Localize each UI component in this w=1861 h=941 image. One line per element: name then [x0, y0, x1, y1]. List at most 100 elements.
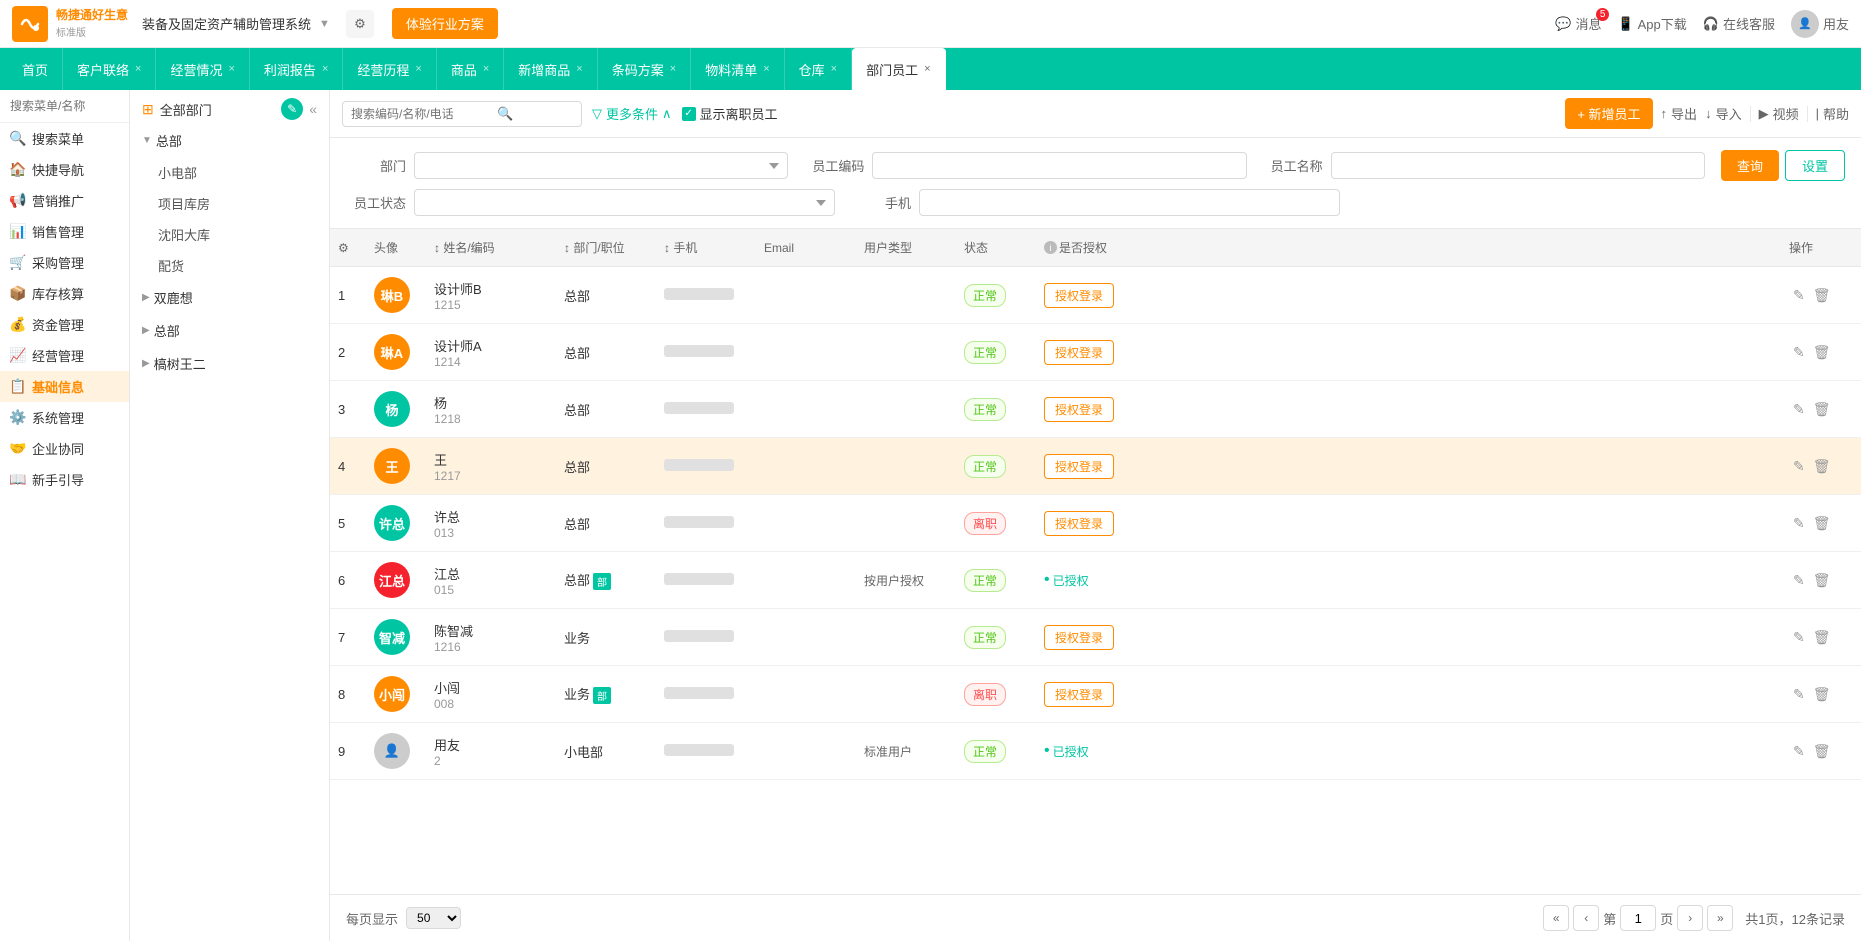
nav-tab-close[interactable]: × [576, 63, 582, 75]
nav-tab-新增商品[interactable]: 新增商品× [504, 48, 597, 90]
sidebar-item-资金管理[interactable]: 💰资金管理 [0, 309, 129, 340]
page-number-input[interactable] [1620, 905, 1656, 931]
prev-page-button[interactable]: ‹ [1573, 905, 1599, 931]
help-button[interactable]: | 帮助 [1816, 104, 1849, 123]
edit-button[interactable]: ✎ [1789, 570, 1809, 591]
auth-button[interactable]: 授权登录 [1044, 625, 1114, 650]
delete-button[interactable]: 🗑 [1809, 513, 1835, 534]
app-download-button[interactable]: 📱 App下载 [1617, 14, 1686, 33]
nav-tab-利润报告[interactable]: 利润报告× [250, 48, 343, 90]
sidebar-item-库存核算[interactable]: 📦库存核算 [0, 278, 129, 309]
first-page-button[interactable]: « [1543, 905, 1569, 931]
nav-tab-close[interactable]: × [322, 63, 328, 75]
cell-status: 正常 [956, 381, 1036, 438]
next-page-button[interactable]: › [1677, 905, 1703, 931]
user-area[interactable]: 👤 用友 [1791, 10, 1849, 38]
import-button[interactable]: ↓ 导入 [1705, 104, 1742, 123]
emp-status-select[interactable] [414, 189, 835, 216]
sidebar-item-经营管理[interactable]: 📈经营管理 [0, 340, 129, 371]
service-button[interactable]: 🎧 在线客服 [1703, 14, 1775, 33]
auth-button[interactable]: 授权登录 [1044, 340, 1114, 365]
edit-button[interactable]: ✎ [1789, 684, 1809, 705]
dept-group-title[interactable]: ▶总部 [130, 314, 329, 347]
nav-tab-close[interactable]: × [670, 63, 676, 75]
dept-collapse-btn[interactable]: « [309, 101, 317, 117]
page-size-select[interactable]: 50 100 200 [406, 907, 461, 929]
query-button[interactable]: 查询 [1721, 150, 1779, 181]
show-former-toggle[interactable]: ✓ 显示离职员工 [682, 104, 778, 123]
delete-button[interactable]: 🗑 [1809, 342, 1835, 363]
dept-select[interactable] [414, 152, 788, 179]
sidebar-item-销售管理[interactable]: 📊销售管理 [0, 216, 129, 247]
nav-tab-部门员工[interactable]: 部门员工× [852, 48, 945, 90]
dept-sub-item[interactable]: 项目库房 [130, 188, 329, 219]
sidebar-item-搜索菜单[interactable]: 🔍搜索菜单 [0, 123, 129, 154]
dept-sub-item[interactable]: 小电部 [130, 157, 329, 188]
dept-sub-item[interactable]: 配货 [130, 250, 329, 281]
edit-button[interactable]: ✎ [1789, 399, 1809, 420]
nav-tab-物料清单[interactable]: 物料清单× [691, 48, 784, 90]
edit-button[interactable]: ✎ [1789, 741, 1809, 762]
video-button[interactable]: ▶ 视频 [1759, 104, 1799, 123]
nav-tab-close[interactable]: × [415, 63, 421, 75]
sidebar-item-新手引导[interactable]: 📖新手引导 [0, 464, 129, 495]
dept-group-title[interactable]: ▶双鹿想 [130, 281, 329, 314]
trial-button[interactable]: 体验行业方案 [392, 8, 498, 39]
dept-sub-item[interactable]: 沈阳大库 [130, 219, 329, 250]
auth-button[interactable]: 授权登录 [1044, 682, 1114, 707]
delete-button[interactable]: 🗑 [1809, 741, 1835, 762]
system-dropdown-arrow[interactable]: ▼ [319, 18, 330, 30]
nav-tab-仓库[interactable]: 仓库× [785, 48, 852, 90]
delete-button[interactable]: 🗑 [1809, 456, 1835, 477]
dept-group-title[interactable]: ▶槁树王二 [130, 347, 329, 380]
edit-button[interactable]: ✎ [1789, 342, 1809, 363]
nav-tab-close[interactable]: × [228, 63, 234, 75]
sidebar-item-系统管理[interactable]: ⚙️系统管理 [0, 402, 129, 433]
nav-tab-经营情况[interactable]: 经营情况× [156, 48, 249, 90]
nav-tab-close[interactable]: × [135, 63, 141, 75]
auth-button[interactable]: 授权登录 [1044, 397, 1114, 422]
more-filter-btn[interactable]: ▽ 更多条件 ∧ [592, 104, 672, 123]
sidebar-item-快捷导航[interactable]: 🏠快捷导航 [0, 154, 129, 185]
nav-tab-close[interactable]: × [831, 63, 837, 75]
sidebar-item-企业协同[interactable]: 🤝企业协同 [0, 433, 129, 464]
dept-group-title[interactable]: ▼总部 [130, 124, 329, 157]
nav-tab-close[interactable]: × [924, 63, 930, 75]
nav-tab-条码方案[interactable]: 条码方案× [598, 48, 691, 90]
col-settings[interactable]: ⚙ [330, 229, 366, 267]
export-button[interactable]: ↑ 导出 [1661, 104, 1698, 123]
set-button[interactable]: 设置 [1785, 150, 1845, 181]
sidebar-item-营销推广[interactable]: 📢营销推广 [0, 185, 129, 216]
sidebar-item-基础信息[interactable]: 📋基础信息 [0, 371, 129, 402]
emp-name-input[interactable] [1331, 152, 1705, 179]
add-employee-button[interactable]: + 新增员工 [1565, 98, 1652, 129]
delete-button[interactable]: 🗑 [1809, 399, 1835, 420]
message-button[interactable]: 💬 消息 5 [1555, 14, 1601, 33]
nav-tab-商品[interactable]: 商品× [437, 48, 504, 90]
dept-edit-icon[interactable]: ✎ [281, 98, 303, 120]
delete-button[interactable]: 🗑 [1809, 684, 1835, 705]
auth-button[interactable]: 授权登录 [1044, 454, 1114, 479]
emp-search-input[interactable] [351, 107, 491, 121]
auth-button[interactable]: 授权登录 [1044, 511, 1114, 536]
sidebar-search-input[interactable] [10, 99, 130, 113]
nav-tab-close[interactable]: × [763, 63, 769, 75]
nav-tab-首页[interactable]: 首页 [8, 48, 63, 90]
nav-tab-close[interactable]: × [483, 63, 489, 75]
delete-button[interactable]: 🗑 [1809, 570, 1835, 591]
dept-name: 总部 [564, 460, 590, 475]
nav-tab-客户联络[interactable]: 客户联络× [63, 48, 156, 90]
phone-input[interactable] [919, 189, 1340, 216]
edit-button[interactable]: ✎ [1789, 456, 1809, 477]
auth-button[interactable]: 授权登录 [1044, 283, 1114, 308]
sidebar-item-采购管理[interactable]: 🛒采购管理 [0, 247, 129, 278]
delete-button[interactable]: 🗑 [1809, 627, 1835, 648]
edit-button[interactable]: ✎ [1789, 627, 1809, 648]
edit-button[interactable]: ✎ [1789, 285, 1809, 306]
emp-code-input[interactable] [872, 152, 1246, 179]
edit-button[interactable]: ✎ [1789, 513, 1809, 534]
delete-button[interactable]: 🗑 [1809, 285, 1835, 306]
nav-tab-经营历程[interactable]: 经营历程× [343, 48, 436, 90]
gear-button[interactable]: ⚙ [346, 10, 374, 38]
last-page-button[interactable]: » [1707, 905, 1733, 931]
